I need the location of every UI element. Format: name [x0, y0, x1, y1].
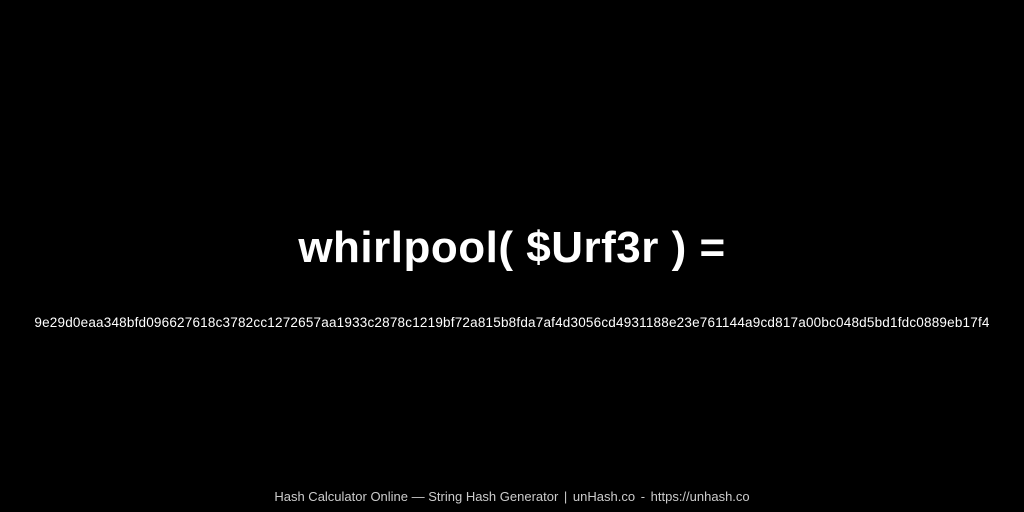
main-content: whirlpool( $Urf3r ) = 9e29d0eaa348bfd096…: [0, 0, 1024, 512]
hash-output-value: 9e29d0eaa348bfd096627618c3782cc1272657aa…: [14, 315, 1009, 330]
footer-description: Hash Calculator Online — String Hash Gen…: [274, 489, 558, 504]
footer-link-url[interactable]: https://unhash.co: [651, 489, 750, 504]
footer-separator: |: [560, 489, 571, 504]
footer-link-brand[interactable]: unHash.co: [573, 489, 635, 504]
footer: Hash Calculator Online — String Hash Gen…: [0, 489, 1024, 504]
hash-expression-heading: whirlpool( $Urf3r ) =: [298, 223, 725, 273]
footer-separator: -: [637, 489, 649, 504]
